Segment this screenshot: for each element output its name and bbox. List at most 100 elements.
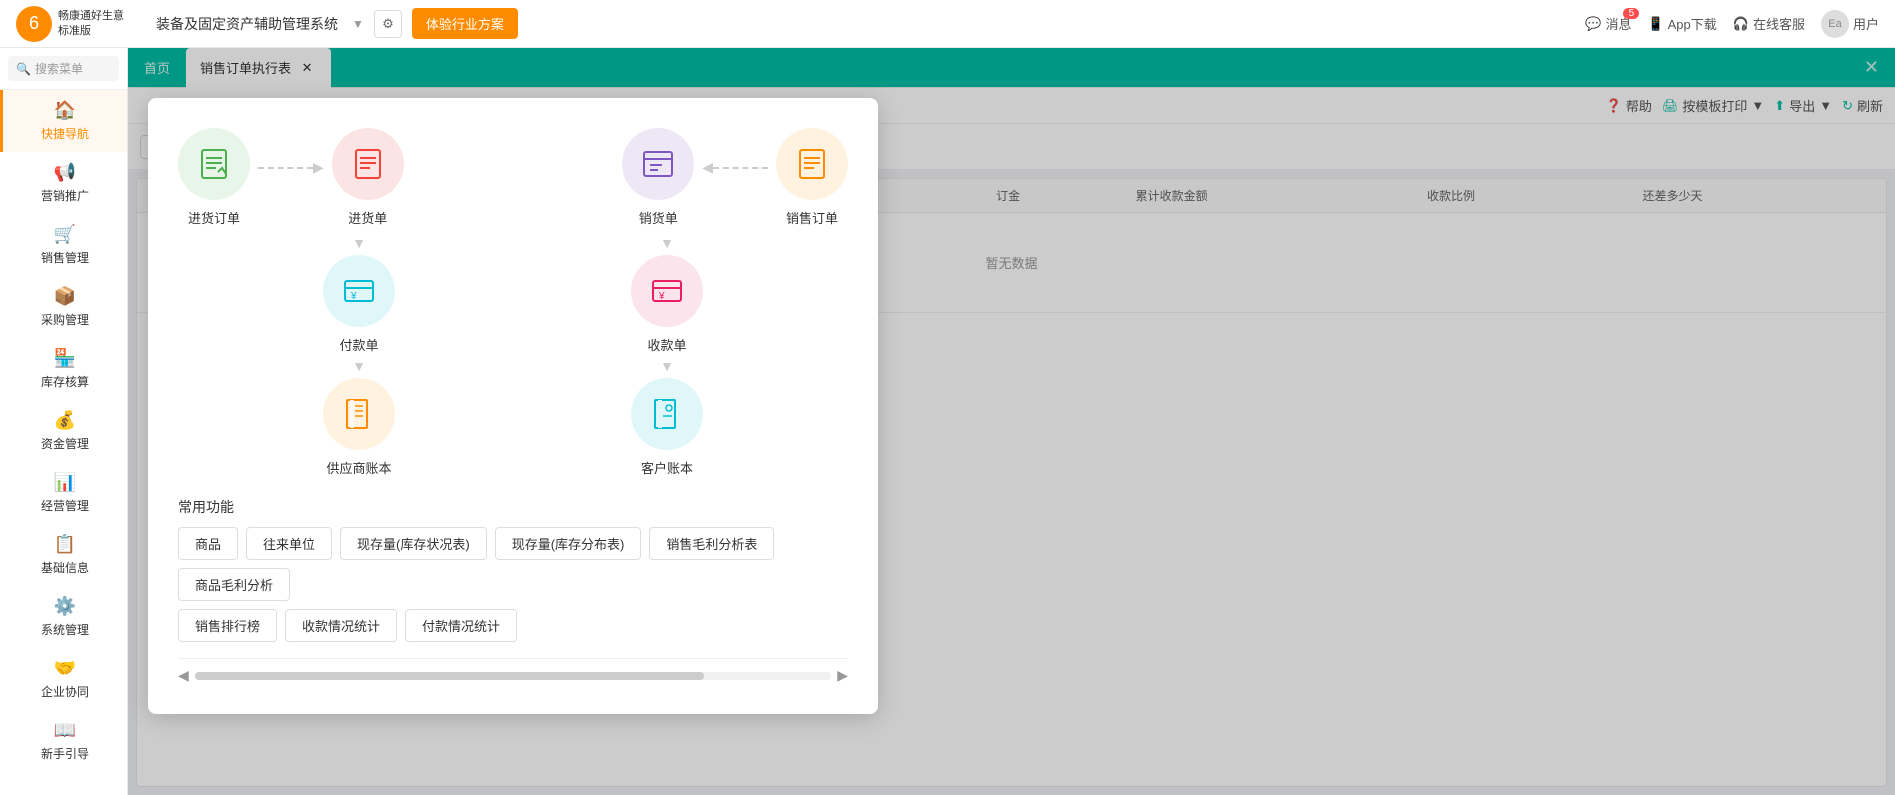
sidebar-item-system[interactable]: ⚙️ 系统管理 bbox=[0, 586, 127, 648]
sidebar-label-guide: 新手引导 bbox=[41, 745, 89, 762]
top-bar: 6 畅康通好生意 标准版 装备及固定资产辅助管理系统 ▼ ⚙ 体验行业方案 💬 … bbox=[0, 0, 1895, 48]
purchase-order-circle bbox=[178, 128, 250, 200]
message-icon: 💬 bbox=[1585, 16, 1601, 32]
sidebar-label-operations: 经营管理 bbox=[41, 497, 89, 514]
quick-nav-modal: 进货订单 ▶ 进 bbox=[148, 98, 878, 714]
arrow-po-pb: ▶ bbox=[250, 159, 332, 176]
sidebar-item-sales[interactable]: 🛒 销售管理 bbox=[0, 214, 127, 276]
logo-line2: 标准版 bbox=[58, 24, 124, 38]
headset-icon: 🎧 bbox=[1733, 16, 1749, 32]
modal-overlay: 进货订单 ▶ 进 bbox=[128, 48, 1895, 795]
flow-node-sales-bill[interactable]: 销货单 bbox=[622, 128, 694, 227]
cf-btn-product[interactable]: 商品 bbox=[178, 527, 238, 560]
sidebar-item-guide[interactable]: 📖 新手引导 bbox=[0, 710, 127, 772]
sales-order-circle bbox=[776, 128, 848, 200]
flow-node-customer-ledger[interactable]: 客户账本 bbox=[631, 378, 703, 477]
payment-circle: ¥ bbox=[323, 255, 395, 327]
user-item[interactable]: Ea 用户 bbox=[1821, 10, 1879, 38]
cf-btn-stock-status[interactable]: 现存量(库存状况表) bbox=[340, 527, 487, 560]
receipt-label: 收款单 bbox=[647, 335, 686, 354]
system-dropdown-icon[interactable]: ▼ bbox=[352, 17, 364, 31]
finance-icon: 💰 bbox=[54, 410, 76, 431]
supplier-ledger-circle bbox=[323, 378, 395, 450]
cf-btn-partners[interactable]: 往来单位 bbox=[246, 527, 332, 560]
cf-btn-product-profit[interactable]: 商品毛利分析 bbox=[178, 568, 290, 601]
purchase-bill-col: ▼ ¥ 付款单 ▼ bbox=[323, 235, 395, 477]
sales-bill-circle bbox=[622, 128, 694, 200]
sidebar-item-operations[interactable]: 📊 经营管理 bbox=[0, 462, 127, 524]
sidebar-label-system: 系统管理 bbox=[41, 621, 89, 638]
sidebar-label-finance: 资金管理 bbox=[41, 435, 89, 452]
home-icon: 🏠 bbox=[54, 100, 76, 121]
sidebar-label-marketing: 营销推广 bbox=[41, 187, 89, 204]
flow-node-purchase-order[interactable]: 进货订单 bbox=[178, 128, 250, 227]
app-download-label: App下载 bbox=[1668, 14, 1717, 33]
cf-btn-payment-stats[interactable]: 付款情况统计 bbox=[405, 609, 517, 642]
sales-order-label: 销售订单 bbox=[786, 208, 838, 227]
sidebar: 🔍 搜索菜单 🏠 快捷导航 📢 营销推广 🛒 销售管理 📦 采购管理 bbox=[0, 48, 128, 795]
app-download-item[interactable]: 📱 App下载 bbox=[1647, 14, 1716, 33]
cf-btn-sales-ranking[interactable]: 销售排行榜 bbox=[178, 609, 277, 642]
content-area: 首页 销售订单执行表 ✕ ✕ ❓ 帮助 🖨 按 bbox=[128, 48, 1895, 795]
top-right: 💬 5 消息 📱 App下载 🎧 在线客服 Ea 用户 bbox=[1585, 10, 1879, 38]
sidebar-item-inventory[interactable]: 🏪 库存核算 bbox=[0, 338, 127, 400]
sidebar-item-basic-info[interactable]: 📋 基础信息 bbox=[0, 524, 127, 586]
scrollbar-area: ◀ ▶ bbox=[178, 658, 848, 684]
sidebar-search[interactable]: 🔍 搜索菜单 bbox=[0, 48, 127, 90]
svg-text:¥: ¥ bbox=[658, 291, 665, 302]
receipt-circle: ¥ bbox=[631, 255, 703, 327]
message-badge: 5 bbox=[1623, 8, 1639, 19]
logo-icon: 6 bbox=[16, 6, 52, 42]
flow-diagram: 进货订单 ▶ 进 bbox=[178, 128, 848, 477]
logo-area: 6 畅康通好生意 标准版 bbox=[16, 6, 144, 42]
common-functions-title: 常用功能 bbox=[178, 497, 848, 517]
sidebar-item-marketing[interactable]: 📢 营销推广 bbox=[0, 152, 127, 214]
logo-text: 畅康通好生意 标准版 bbox=[58, 9, 124, 38]
sidebar-item-quick-nav[interactable]: 🏠 快捷导航 bbox=[0, 90, 127, 152]
scrollbar-thumb[interactable] bbox=[195, 672, 704, 680]
sidebar-item-finance[interactable]: 💰 资金管理 bbox=[0, 400, 127, 462]
scrollbar-track[interactable] bbox=[195, 672, 831, 680]
common-functions: 常用功能 商品 往来单位 现存量(库存状况表) 现存量(库存分布表) 销售毛利分… bbox=[178, 497, 848, 642]
message-item[interactable]: 💬 5 消息 bbox=[1585, 14, 1631, 33]
flow-node-purchase-bill[interactable]: 进货单 bbox=[332, 128, 404, 227]
sales-bill-label: 销货单 bbox=[639, 208, 678, 227]
cf-btn-sales-profit[interactable]: 销售毛利分析表 bbox=[649, 527, 774, 560]
purchase-order-label: 进货订单 bbox=[188, 208, 240, 227]
system-name: 装备及固定资产辅助管理系统 bbox=[156, 14, 338, 34]
trial-button[interactable]: 体验行业方案 bbox=[412, 8, 518, 39]
search-input-area[interactable]: 🔍 搜索菜单 bbox=[8, 56, 119, 81]
purchase-bill-circle bbox=[332, 128, 404, 200]
guide-icon: 📖 bbox=[54, 720, 76, 741]
flow-node-supplier-ledger[interactable]: 供应商账本 bbox=[323, 378, 395, 477]
flow-node-payment[interactable]: ¥ 付款单 bbox=[323, 255, 395, 354]
top-center: 装备及固定资产辅助管理系统 ▼ ⚙ 体验行业方案 bbox=[144, 8, 1585, 39]
common-function-buttons-row2: 销售排行榜 收款情况统计 付款情况统计 bbox=[178, 609, 848, 642]
sidebar-item-enterprise[interactable]: 🤝 企业协同 bbox=[0, 648, 127, 710]
cf-btn-receipt-stats[interactable]: 收款情况统计 bbox=[285, 609, 397, 642]
scroll-left-button[interactable]: ◀ bbox=[178, 667, 189, 684]
purchase-bill-label: 进货单 bbox=[348, 208, 387, 227]
customer-ledger-circle bbox=[631, 378, 703, 450]
sales-bill-col: ▼ ¥ 收款单 ▼ bbox=[631, 235, 703, 477]
logo-char: 6 bbox=[29, 13, 39, 34]
sidebar-label-purchase: 采购管理 bbox=[41, 311, 89, 328]
search-placeholder: 搜索菜单 bbox=[35, 60, 83, 77]
flow-node-sales-order[interactable]: 销售订单 bbox=[776, 128, 848, 227]
sidebar-label-quick-nav: 快捷导航 bbox=[41, 125, 89, 142]
common-function-buttons: 商品 往来单位 现存量(库存状况表) 现存量(库存分布表) 销售毛利分析表 商品… bbox=[178, 527, 848, 601]
settings-icon[interactable]: ⚙ bbox=[374, 10, 402, 38]
avatar: Ea bbox=[1821, 10, 1849, 38]
customer-ledger-label: 客户账本 bbox=[641, 458, 693, 477]
cf-btn-stock-dist[interactable]: 现存量(库存分布表) bbox=[495, 527, 642, 560]
arrow-so-sb: ◀ bbox=[694, 159, 776, 176]
system-icon: ⚙️ bbox=[54, 596, 76, 617]
marketing-icon: 📢 bbox=[54, 162, 76, 183]
flow-node-receipt[interactable]: ¥ 收款单 bbox=[631, 255, 703, 354]
sidebar-item-purchase[interactable]: 📦 采购管理 bbox=[0, 276, 127, 338]
inventory-icon: 🏪 bbox=[54, 348, 76, 369]
main-area: 🔍 搜索菜单 🏠 快捷导航 📢 营销推广 🛒 销售管理 📦 采购管理 bbox=[0, 48, 1895, 795]
online-service-item[interactable]: 🎧 在线客服 bbox=[1733, 14, 1805, 33]
scroll-right-button[interactable]: ▶ bbox=[837, 667, 848, 684]
purchase-icon: 📦 bbox=[54, 286, 76, 307]
